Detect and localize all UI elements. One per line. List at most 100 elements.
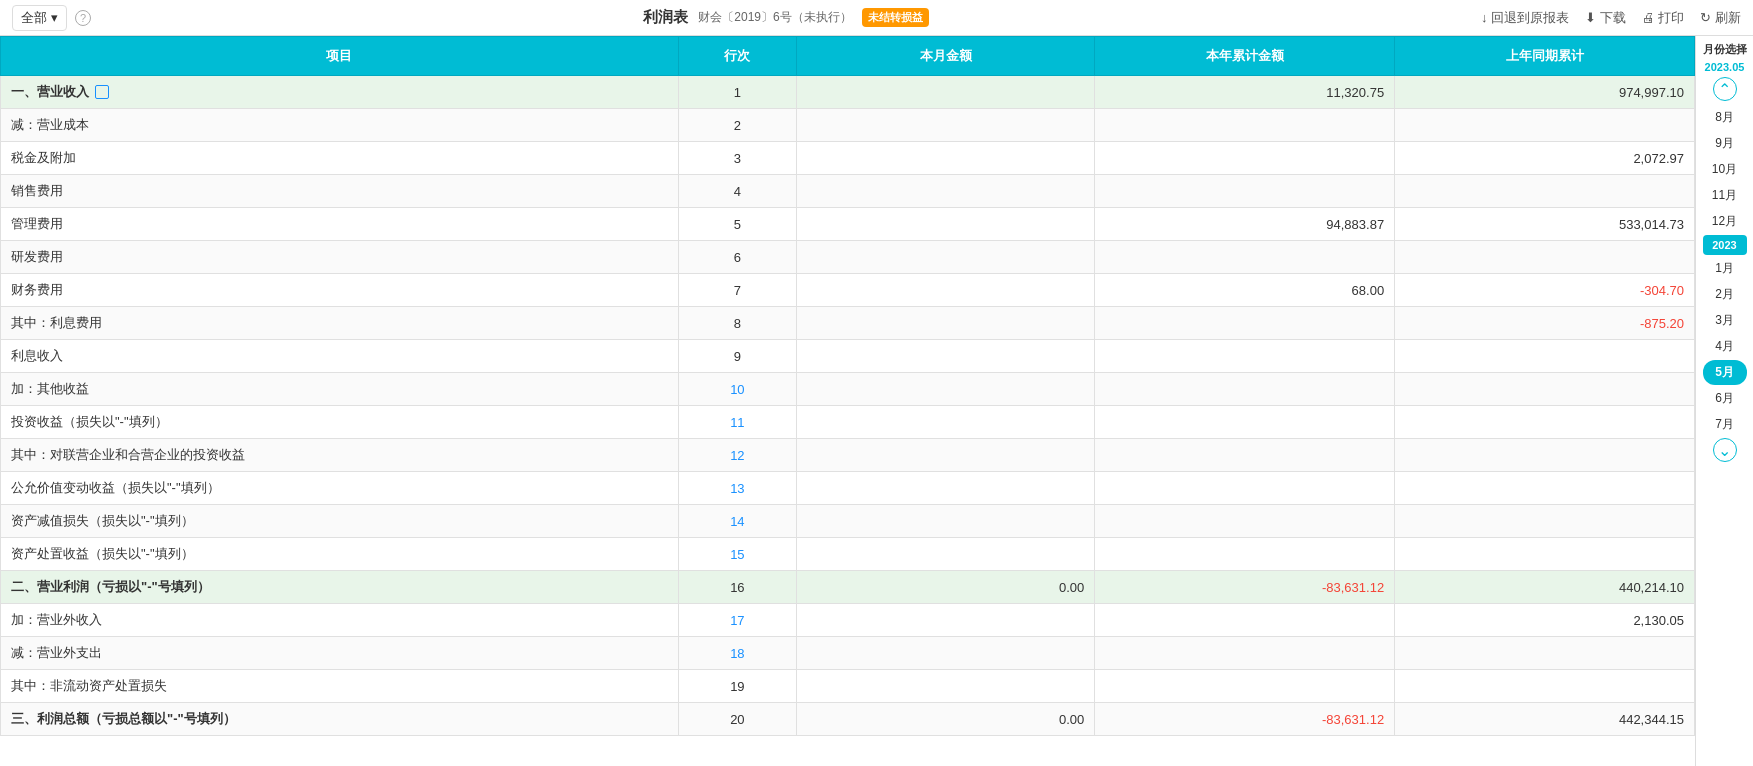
side-month-item[interactable]: 8月 (1703, 105, 1747, 130)
side-month-item[interactable]: 1月 (1703, 256, 1747, 281)
cell-year (1095, 340, 1395, 373)
cell-prev: 2,072.97 (1395, 142, 1695, 175)
cell-month (797, 538, 1095, 571)
cell-month: 0.00 (797, 571, 1095, 604)
side-month-item[interactable]: 12月 (1703, 209, 1747, 234)
download-button[interactable]: ⬇ 下载 (1585, 9, 1626, 27)
table-header: 项目 行次 本月金额 本年累计金额 上年同期累计 (1, 37, 1695, 76)
refresh-button[interactable]: ↻ 刷新 (1700, 9, 1741, 27)
table-row: 其中：利息费用8-875.20 (1, 307, 1695, 340)
cell-prev: 442,344.15 (1395, 703, 1695, 736)
cell-item: 三、利润总额（亏损总额以"-"号填列） (1, 703, 679, 736)
cell-item: 公允价值变动收益（损失以"-"填列） (1, 472, 679, 505)
cell-month (797, 175, 1095, 208)
cell-item: 二、营业利润（亏损以"-"号填列） (1, 571, 679, 604)
cell-year: 11,320.75 (1095, 76, 1395, 109)
table-row: 减：营业成本2 (1, 109, 1695, 142)
table-row: 管理费用594,883.87533,014.73 (1, 208, 1695, 241)
cell-prev (1395, 241, 1695, 274)
header-year: 本年累计金额 (1095, 37, 1395, 76)
cell-year (1095, 175, 1395, 208)
cell-month (797, 637, 1095, 670)
table-row: 其中：非流动资产处置损失19 (1, 670, 1695, 703)
main-layout: 项目 行次 本月金额 本年累计金额 上年同期累计 一、营业收入111,320.7… (0, 36, 1753, 766)
toolbar: ↓ 回退到原报表 ⬇ 下载 🖨 打印 ↻ 刷新 (1481, 9, 1741, 27)
cell-year (1095, 472, 1395, 505)
cell-item: 一、营业收入 (1, 76, 679, 109)
cell-month (797, 274, 1095, 307)
cell-item: 减：营业外支出 (1, 637, 679, 670)
header-item: 项目 (1, 37, 679, 76)
side-month-item[interactable]: 10月 (1703, 157, 1747, 182)
cell-rownum: 19 (678, 670, 797, 703)
cell-prev: 440,214.10 (1395, 571, 1695, 604)
side-nav-up[interactable]: ⌃ (1713, 77, 1737, 101)
table-row: 三、利润总额（亏损总额以"-"号填列）200.00-83,631.12442,3… (1, 703, 1695, 736)
side-months-list: 8月9月10月11月12月20231月2月3月4月5月6月7月 (1703, 105, 1747, 438)
side-month-item[interactable]: 6月 (1703, 386, 1747, 411)
title-area: 利润表 财会〔2019〕6号（未执行） 未结转损益 (643, 8, 928, 27)
cell-item: 利息收入 (1, 340, 679, 373)
table-row: 减：营业外支出18 (1, 637, 1695, 670)
table-row: 税金及附加32,072.97 (1, 142, 1695, 175)
side-month-item[interactable]: 3月 (1703, 308, 1747, 333)
table-body: 一、营业收入111,320.75974,997.10减：营业成本2税金及附加32… (1, 76, 1695, 736)
cell-prev: 2,130.05 (1395, 604, 1695, 637)
cell-item: 其中：对联营企业和合营企业的投资收益 (1, 439, 679, 472)
side-month-item[interactable]: 5月 (1703, 360, 1747, 385)
table-area: 项目 行次 本月金额 本年累计金额 上年同期累计 一、营业收入111,320.7… (0, 36, 1695, 766)
cell-month (797, 208, 1095, 241)
report-table: 项目 行次 本月金额 本年累计金额 上年同期累计 一、营业收入111,320.7… (0, 36, 1695, 736)
cell-item: 财务费用 (1, 274, 679, 307)
table-row: 投资收益（损失以"-"填列）11 (1, 406, 1695, 439)
cell-prev (1395, 505, 1695, 538)
cell-prev (1395, 175, 1695, 208)
side-month-item[interactable]: 4月 (1703, 334, 1747, 359)
cell-year (1095, 373, 1395, 406)
cell-item: 其中：非流动资产处置损失 (1, 670, 679, 703)
cell-prev (1395, 439, 1695, 472)
cell-year (1095, 406, 1395, 439)
cell-prev (1395, 538, 1695, 571)
side-month-item[interactable]: 11月 (1703, 183, 1747, 208)
cell-item: 加：其他收益 (1, 373, 679, 406)
cell-month (797, 604, 1095, 637)
side-month-item[interactable]: 9月 (1703, 131, 1747, 156)
header-prev: 上年同期累计 (1395, 37, 1695, 76)
cell-rownum: 10 (678, 373, 797, 406)
side-panel-title: 月份选择 (1703, 42, 1747, 57)
cell-rownum: 18 (678, 637, 797, 670)
cell-item: 销售费用 (1, 175, 679, 208)
cell-item: 加：营业外收入 (1, 604, 679, 637)
print-button[interactable]: 🖨 打印 (1642, 9, 1685, 27)
cell-month (797, 439, 1095, 472)
table-row: 研发费用6 (1, 241, 1695, 274)
cell-year (1095, 538, 1395, 571)
side-year-display: 2023.05 (1705, 61, 1745, 73)
cell-month (797, 142, 1095, 175)
cell-prev (1395, 340, 1695, 373)
cell-rownum: 9 (678, 340, 797, 373)
back-button[interactable]: ↓ 回退到原报表 (1481, 9, 1569, 27)
cell-item: 其中：利息费用 (1, 307, 679, 340)
help-icon[interactable]: ? (75, 10, 91, 26)
side-nav-down[interactable]: ⌄ (1713, 438, 1737, 462)
cell-rownum: 5 (678, 208, 797, 241)
cell-item: 资产处置收益（损失以"-"填列） (1, 538, 679, 571)
edit-icon[interactable] (95, 85, 109, 99)
cell-item: 研发费用 (1, 241, 679, 274)
side-month-item[interactable]: 2月 (1703, 282, 1747, 307)
scope-dropdown[interactable]: 全部 ▾ (12, 5, 67, 31)
cell-item: 投资收益（损失以"-"填列） (1, 406, 679, 439)
side-month-item[interactable]: 2023 (1703, 235, 1747, 255)
cell-prev (1395, 373, 1695, 406)
cell-rownum: 13 (678, 472, 797, 505)
cell-month: 0.00 (797, 703, 1095, 736)
cell-rownum: 14 (678, 505, 797, 538)
cell-prev (1395, 472, 1695, 505)
cell-item: 管理费用 (1, 208, 679, 241)
table-row: 销售费用4 (1, 175, 1695, 208)
cell-month (797, 241, 1095, 274)
cell-rownum: 2 (678, 109, 797, 142)
side-month-item[interactable]: 7月 (1703, 412, 1747, 437)
